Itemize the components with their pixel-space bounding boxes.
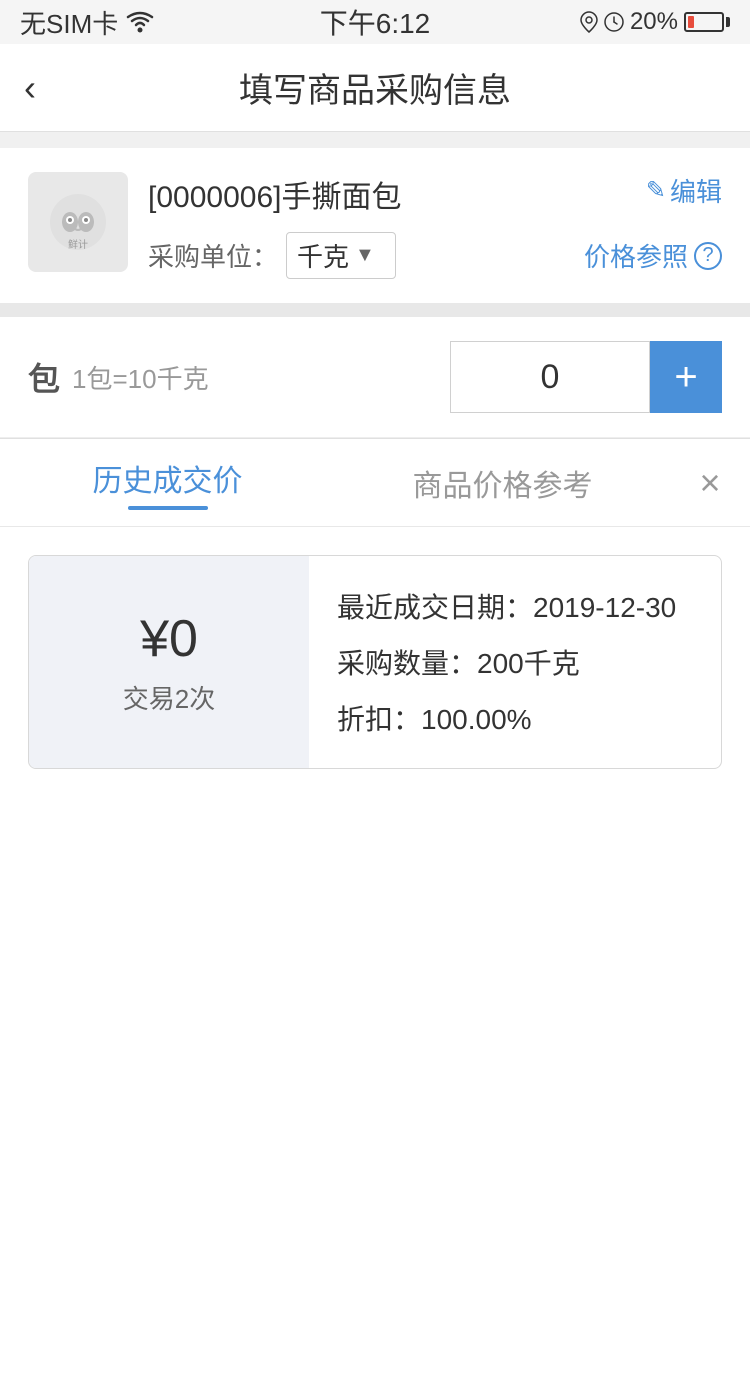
product-thumbnail: 鲜计	[28, 172, 128, 272]
bottom-area	[0, 797, 750, 1397]
unit-select-arrow: ▼	[355, 244, 375, 267]
battery-percent: 20%	[630, 8, 678, 36]
quantity-value: 0	[541, 358, 560, 397]
tab-close-button[interactable]: ×	[670, 462, 750, 504]
price-trade-count: 交易2次	[123, 679, 215, 716]
wifi-icon	[126, 11, 154, 33]
tab-price-ref[interactable]: 商品价格参考	[335, 439, 670, 526]
page-title: 填写商品采购信息	[239, 63, 511, 112]
edit-icon: ✎	[646, 176, 666, 205]
unit-label: 采购单位： 千克 ▼	[148, 232, 396, 279]
product-info: [0000006]手撕面包 ✎ 编辑 采购单位： 千克 ▼ 价格参照 ?	[148, 172, 722, 279]
status-right: 20%	[580, 8, 730, 36]
clock-icon	[604, 12, 624, 32]
quantity-plus-button[interactable]: +	[650, 341, 722, 413]
price-discount-row: 折扣：100.00%	[337, 698, 693, 738]
plus-icon: +	[674, 355, 697, 400]
product-logo-icon: 鲜计	[48, 192, 108, 252]
product-unit-row: 采购单位： 千克 ▼ 价格参照 ?	[148, 232, 722, 279]
discount-value: 100.00%	[421, 704, 532, 735]
modal-panel: 历史成交价 商品价格参考 × ¥0 交易2次 最近成交日期：2019-12-30…	[0, 438, 750, 797]
quantity-input[interactable]: 0	[450, 341, 650, 413]
quantity-controls: 0 +	[450, 341, 722, 413]
product-name: [0000006]手撕面包	[148, 172, 401, 216]
price-card: ¥0 交易2次 最近成交日期：2019-12-30 采购数量：200千克 折扣：…	[28, 555, 722, 769]
tab-history-price[interactable]: 历史成交价	[0, 439, 335, 526]
nav-bar: ‹ 填写商品采购信息	[0, 44, 750, 132]
back-button[interactable]: ‹	[24, 67, 36, 109]
tab-history-label: 历史成交价	[93, 456, 243, 500]
history-content: ¥0 交易2次 最近成交日期：2019-12-30 采购数量：200千克 折扣：…	[0, 527, 750, 797]
unit-select[interactable]: 千克 ▼	[286, 232, 396, 279]
status-network: 无SIM卡	[20, 4, 154, 41]
price-amount: ¥0	[140, 609, 198, 669]
tab-active-underline	[128, 506, 208, 510]
quantity-label-text: 采购数量：	[337, 648, 477, 679]
price-left: ¥0 交易2次	[29, 556, 309, 768]
price-ref-icon: ?	[694, 242, 722, 270]
quantity-unit-char: 包	[28, 354, 60, 400]
recent-date-label: 最近成交日期：	[337, 592, 533, 623]
price-right: 最近成交日期：2019-12-30 采购数量：200千克 折扣：100.00%	[309, 556, 721, 768]
location-icon	[580, 11, 598, 33]
status-bar: 无SIM卡 下午6:12 20%	[0, 0, 750, 44]
price-quantity-row: 采购数量：200千克	[337, 642, 693, 682]
quantity-row: 包 1包=10千克 0 +	[0, 317, 750, 438]
quantity-label: 包 1包=10千克	[28, 354, 209, 400]
section-divider	[0, 303, 750, 317]
tab-price-ref-label: 商品价格参考	[413, 461, 593, 505]
recent-date-value: 2019-12-30	[533, 592, 676, 623]
product-header: [0000006]手撕面包 ✎ 编辑	[148, 172, 722, 216]
battery-icon	[684, 12, 730, 32]
price-ref-button[interactable]: 价格参照 ?	[584, 237, 722, 274]
price-recent-date-row: 最近成交日期：2019-12-30	[337, 586, 693, 626]
tab-bar: 历史成交价 商品价格参考 ×	[0, 439, 750, 527]
product-card: 鲜计 [0000006]手撕面包 ✎ 编辑 采购单位： 千克 ▼ 价格参照 ?	[0, 148, 750, 303]
quantity-unit-desc: 1包=10千克	[72, 359, 209, 396]
edit-button[interactable]: ✎ 编辑	[646, 172, 722, 209]
svg-text:鲜计: 鲜计	[68, 238, 88, 251]
discount-label: 折扣：	[337, 704, 421, 735]
quantity-value-text: 200千克	[477, 648, 580, 679]
status-time: 下午6:12	[320, 2, 431, 42]
